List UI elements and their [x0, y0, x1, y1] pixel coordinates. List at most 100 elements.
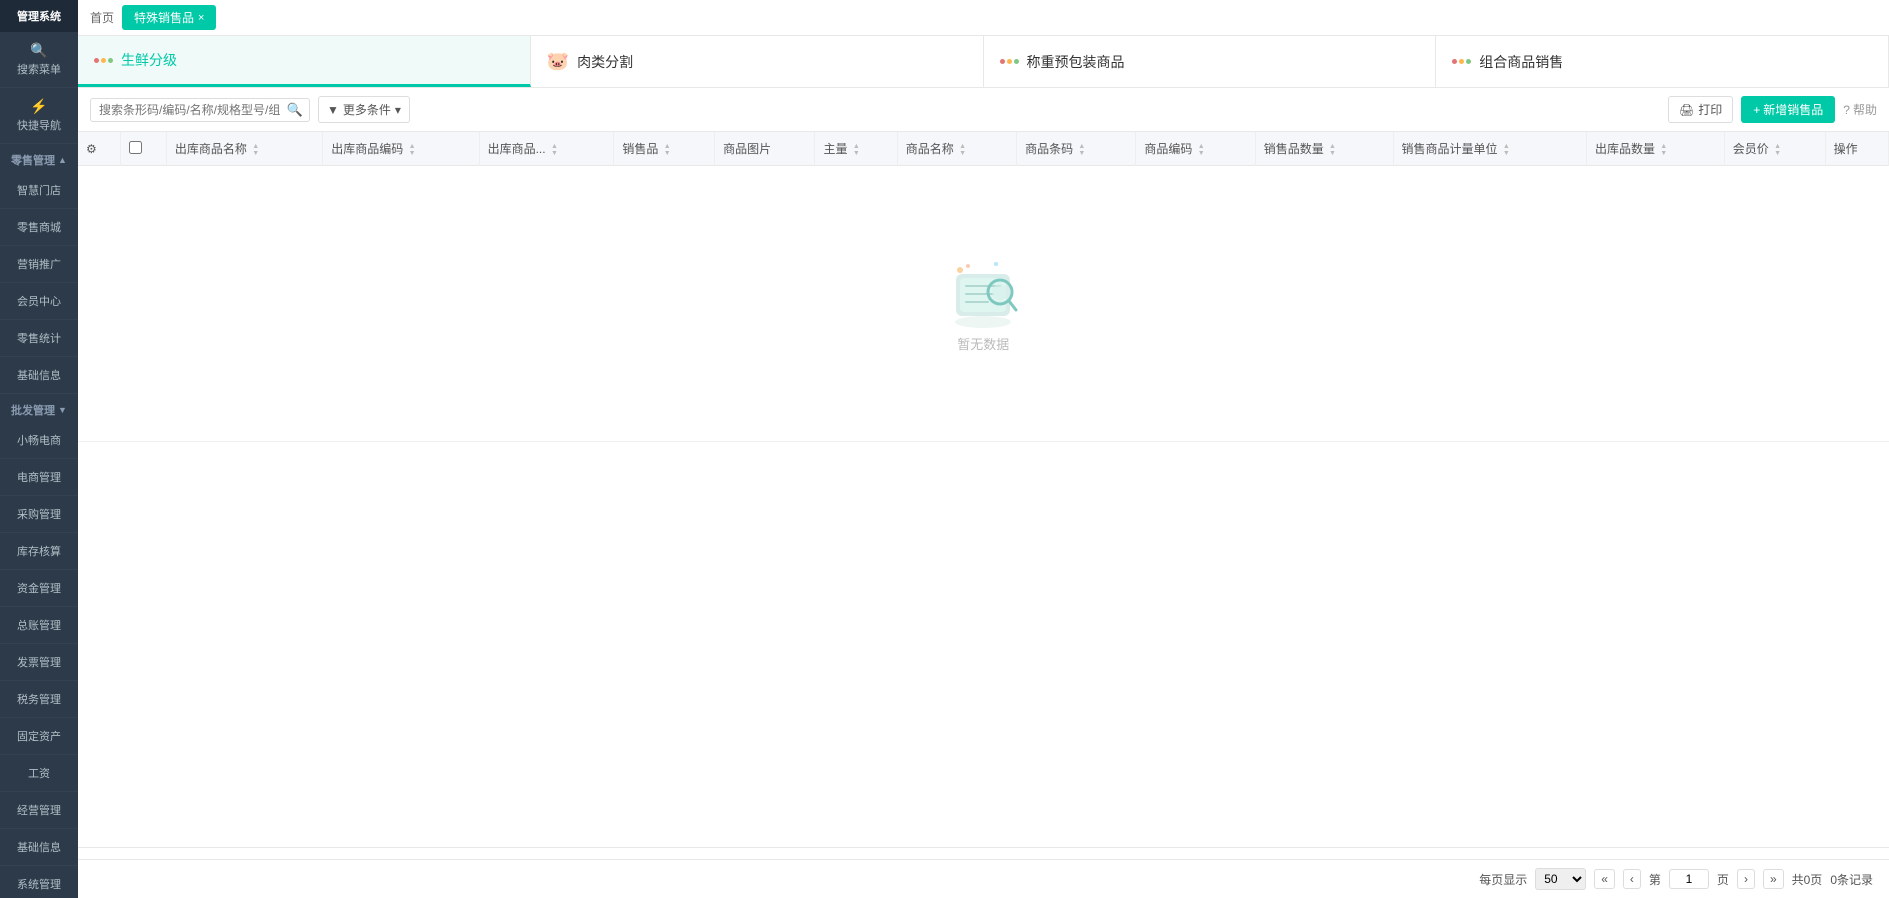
quick-nav-icon: ⚡ [4, 98, 74, 115]
next-page-button[interactable]: › [1737, 869, 1755, 889]
sidebar-item-finance[interactable]: 资金管理 [0, 570, 78, 607]
filter-button[interactable]: ▼ 更多条件 ▾ [318, 96, 410, 123]
empty-state-row: 暂无数据 [78, 166, 1889, 442]
col-sale-qty[interactable]: 销售品数量 ▲▼ [1255, 132, 1393, 166]
page-label-before: 第 [1649, 871, 1661, 888]
toolbar-left: 🔍 ▼ 更多条件 ▾ [90, 96, 410, 123]
sort-out-spec-icon: ▲▼ [551, 143, 558, 157]
sidebar-item-purchase[interactable]: 采购管理 [0, 496, 78, 533]
setting-icon: ⚙ [86, 142, 97, 156]
sidebar-item-basic-info[interactable]: 基础信息 [0, 357, 78, 394]
col-goods-name[interactable]: 商品名称 ▲▼ [897, 132, 1016, 166]
col-sale-item[interactable]: 销售品 ▲▼ [614, 132, 715, 166]
sidebar-item-ecom-manage[interactable]: 电商管理 [0, 459, 78, 496]
sidebar-item-quick-nav[interactable]: ⚡ 快捷导航 [0, 88, 78, 144]
col-out-qty[interactable]: 出库品数量 ▲▼ [1586, 132, 1724, 166]
col-setting[interactable]: ⚙ [78, 132, 120, 166]
sidebar-item-ledger[interactable]: 总账管理 [0, 607, 78, 644]
col-weight[interactable]: 主量 ▲▼ [815, 132, 897, 166]
meat-cut-icon: 🐷 [547, 51, 569, 72]
tab-combo-sale-label: 组合商品销售 [1479, 52, 1563, 72]
sort-sale-unit-icon: ▲▼ [1503, 143, 1510, 157]
col-out-code[interactable]: 出库商品编码 ▲▼ [323, 132, 479, 166]
tab-meat-cut[interactable]: 🐷 肉类分割 [531, 36, 984, 87]
col-barcode[interactable]: 商品条码 ▲▼ [1017, 132, 1136, 166]
prev-page-button[interactable]: ‹ [1623, 869, 1641, 889]
first-page-button[interactable]: « [1594, 869, 1615, 889]
tab-fresh-grade[interactable]: 生鲜分级 [78, 36, 531, 87]
plus-icon: + [1753, 103, 1760, 117]
category-tabs: 生鲜分级 🐷 肉类分割 称重预包装商品 组合商品销售 [78, 36, 1889, 88]
empty-illustration [938, 254, 1028, 334]
per-page-label: 每页显示 [1479, 871, 1527, 888]
tab-fresh-grade-label: 生鲜分级 [121, 50, 177, 70]
col-out-name[interactable]: 出库商品名称 ▲▼ [166, 132, 322, 166]
sort-sale-item-icon: ▲▼ [664, 143, 671, 157]
select-all-checkbox[interactable] [129, 141, 142, 154]
sort-goods-name-icon: ▲▼ [959, 143, 966, 157]
search-wrapper: 🔍 [90, 98, 310, 122]
tab-weigh-pack[interactable]: 称重预包装商品 [984, 36, 1437, 87]
help-button[interactable]: ? 帮助 [1843, 101, 1877, 118]
sort-barcode-icon: ▲▼ [1078, 143, 1085, 157]
last-page-button[interactable]: » [1763, 869, 1784, 889]
home-link[interactable]: 首页 [90, 9, 114, 26]
sidebar-item-basic-info2[interactable]: 基础信息 [0, 829, 78, 866]
retail-expand-icon: ▲ [58, 155, 67, 165]
sidebar-item-retail-stats[interactable]: 零售统计 [0, 320, 78, 357]
combo-sale-dots [1452, 59, 1471, 64]
sidebar-section-wholesale[interactable]: 批发管理 ▼ [0, 394, 78, 422]
col-sale-unit[interactable]: 销售商品计量单位 ▲▼ [1393, 132, 1586, 166]
tab-combo-sale[interactable]: 组合商品销售 [1436, 36, 1889, 87]
sidebar-item-salary[interactable]: 工资 [0, 755, 78, 792]
sidebar-item-mini-ecom[interactable]: 小畅电商 [0, 422, 78, 459]
active-tab[interactable]: 特殊销售品 × [122, 5, 216, 30]
filter-icon: ▼ [327, 103, 339, 117]
tab-meat-cut-label: 肉类分割 [577, 52, 633, 72]
close-tab-icon[interactable]: × [198, 12, 204, 24]
toolbar: 🔍 ▼ 更多条件 ▾ 🖨 打印 + 新增销售品 ? 帮助 [78, 88, 1889, 132]
col-operation: 操作 [1825, 132, 1888, 166]
sidebar-item-tax[interactable]: 税务管理 [0, 681, 78, 718]
sidebar-item-system[interactable]: 系统管理 [0, 866, 78, 898]
sidebar: 管理系统 🔍 搜索菜单 ⚡ 快捷导航 零售管理 ▲ 智慧门店 零售商城 营销推广… [0, 0, 78, 898]
main-content: 首页 特殊销售品 × 生鲜分级 🐷 肉类分割 称重预包装商品 组合 [78, 0, 1889, 898]
sort-out-qty-icon: ▲▼ [1660, 143, 1667, 157]
sidebar-item-inventory[interactable]: 库存核算 [0, 533, 78, 570]
sidebar-item-invoice[interactable]: 发票管理 [0, 644, 78, 681]
sidebar-item-search-menu[interactable]: 🔍 搜索菜单 [0, 32, 78, 88]
sidebar-item-member-center[interactable]: 会员中心 [0, 283, 78, 320]
col-goods-code[interactable]: 商品编码 ▲▼ [1136, 132, 1255, 166]
new-product-button[interactable]: + 新增销售品 [1741, 96, 1835, 123]
col-goods-img: 商品图片 [715, 132, 815, 166]
sidebar-section-retail[interactable]: 零售管理 ▲ [0, 144, 78, 172]
empty-state: 暂无数据 [86, 174, 1881, 433]
total-pages: 共0页 [1792, 871, 1823, 888]
search-input[interactable] [90, 98, 310, 122]
product-table: ⚙ 出库商品名称 ▲▼ 出库商品编码 ▲▼ 出库商品... [78, 132, 1889, 442]
per-page-select[interactable]: 50 10 20 100 [1535, 868, 1586, 890]
tab-weigh-pack-label: 称重预包装商品 [1027, 52, 1125, 72]
page-number-input[interactable] [1669, 869, 1709, 889]
col-member-price[interactable]: 会员价 ▲▼ [1724, 132, 1825, 166]
sidebar-item-smart-store[interactable]: 智慧门店 [0, 172, 78, 209]
col-checkbox[interactable] [120, 132, 166, 166]
print-button[interactable]: 🖨 打印 [1668, 96, 1733, 123]
toolbar-right: 🖨 打印 + 新增销售品 ? 帮助 [1668, 96, 1877, 123]
page-label-unit: 页 [1717, 871, 1729, 888]
help-icon: ? [1843, 103, 1850, 117]
sidebar-item-fixed-assets[interactable]: 固定资产 [0, 718, 78, 755]
horizontal-scrollbar[interactable] [78, 847, 1889, 859]
col-out-spec[interactable]: 出库商品... ▲▼ [479, 132, 614, 166]
sidebar-item-marketing[interactable]: 营销推广 [0, 246, 78, 283]
sort-out-code-icon: ▲▼ [409, 143, 416, 157]
weigh-pack-dots [1000, 59, 1019, 64]
fresh-grade-dots [94, 58, 113, 63]
sort-member-price-icon: ▲▼ [1774, 143, 1781, 157]
app-logo: 管理系统 [0, 0, 78, 32]
sidebar-item-retail-mall[interactable]: 零售商城 [0, 209, 78, 246]
filter-arrow-icon: ▾ [395, 103, 401, 117]
sort-goods-code-icon: ▲▼ [1198, 143, 1205, 157]
sidebar-item-ops-manage[interactable]: 经营管理 [0, 792, 78, 829]
table-wrapper[interactable]: ⚙ 出库商品名称 ▲▼ 出库商品编码 ▲▼ 出库商品... [78, 132, 1889, 847]
